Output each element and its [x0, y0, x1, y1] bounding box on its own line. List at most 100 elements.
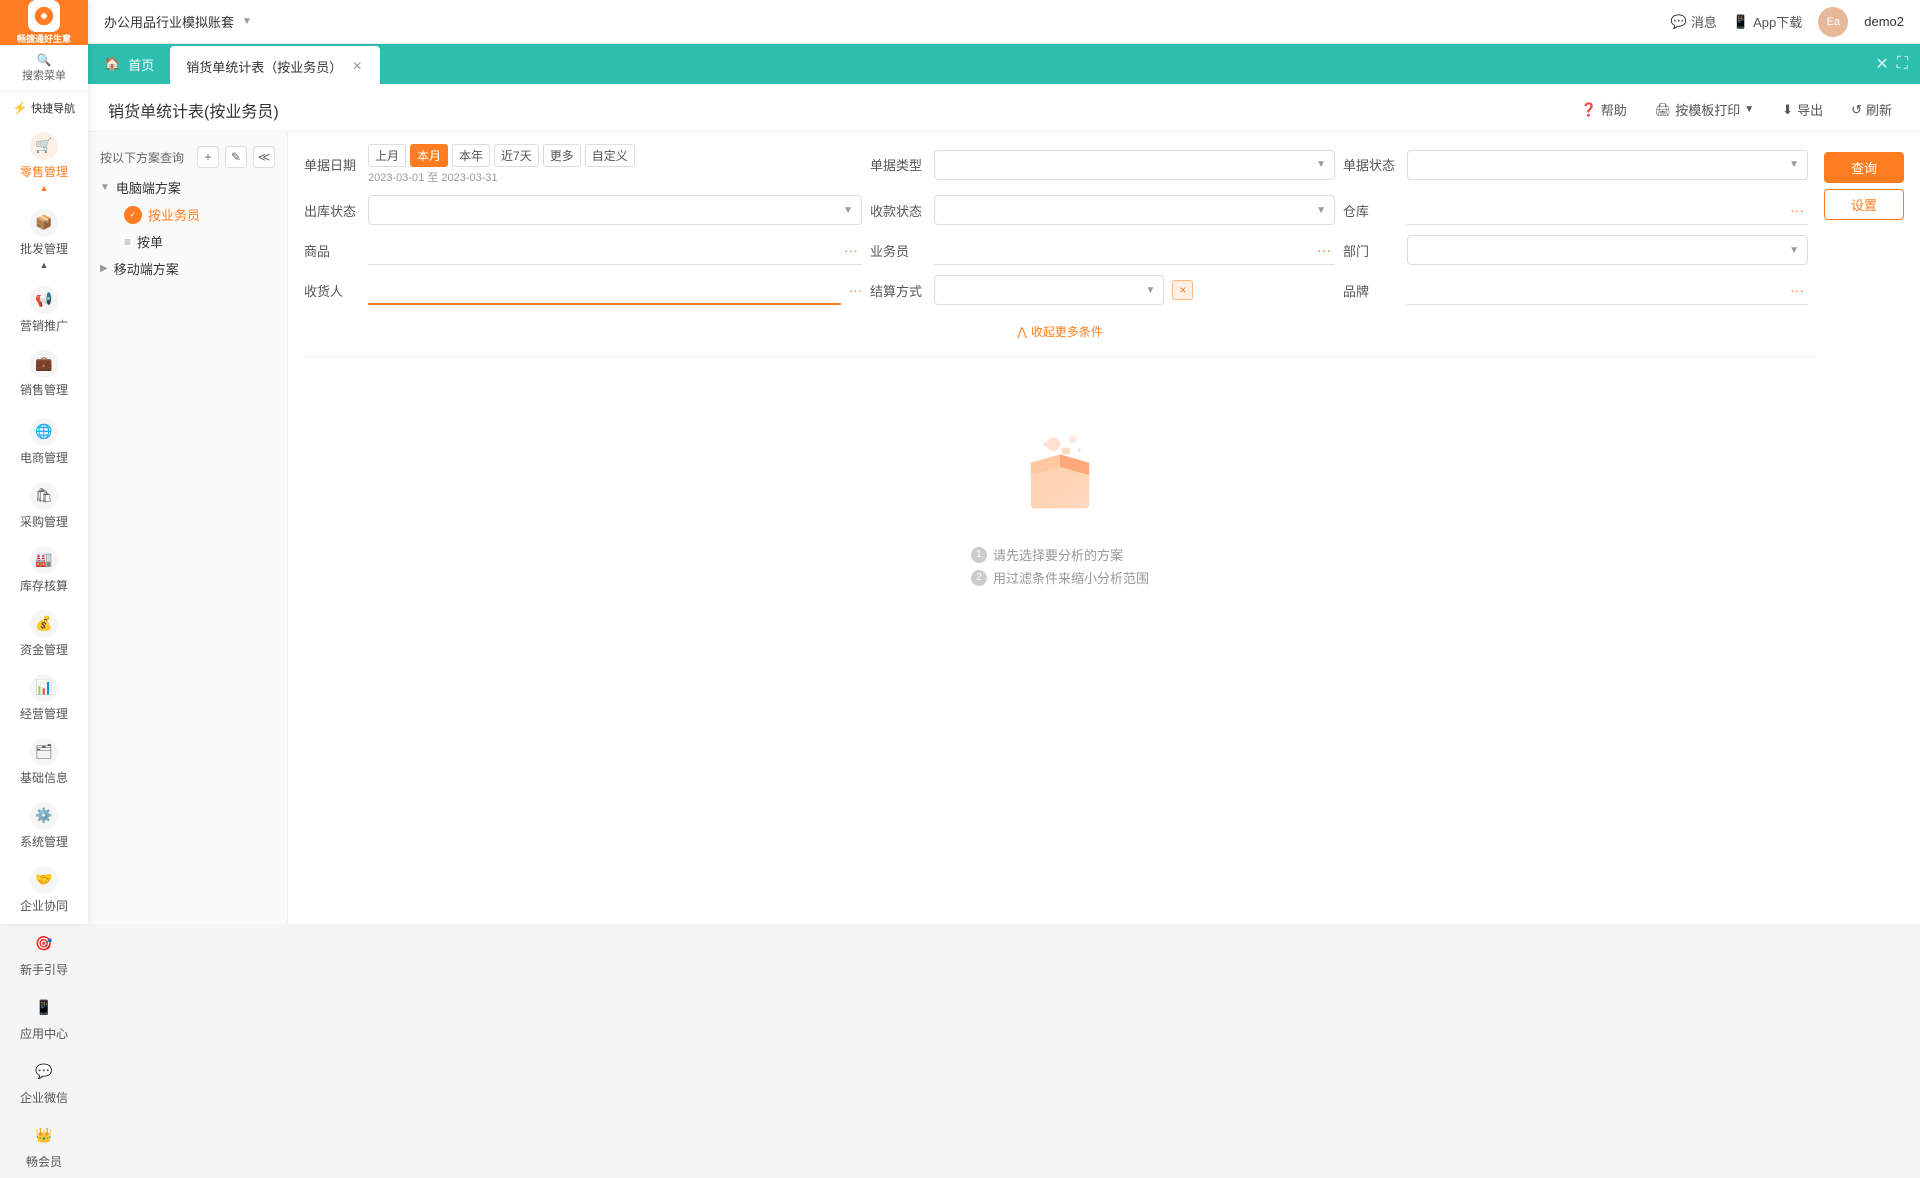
date-btn-7days[interactable]: 近7天: [494, 144, 539, 167]
sidebar-item-operation[interactable]: 📊 经营管理: [0, 666, 88, 730]
tab-action-close[interactable]: ✕: [1875, 54, 1888, 74]
settle-tag-close[interactable]: ×: [1179, 283, 1186, 297]
tree-item-mobile[interactable]: ▶ 移动端方案: [88, 255, 287, 282]
quick-nav-btn[interactable]: ⚡ 快捷导航: [0, 92, 88, 120]
sidebar-item-purchase[interactable]: 🛍 采购管理: [0, 474, 88, 538]
export-btn[interactable]: ⬇ 导出: [1774, 96, 1831, 123]
sidebar-item-finance[interactable]: 💰 资金管理: [0, 602, 88, 666]
tab-sales-stat[interactable]: 销货单统计表（按业务员） ✕: [170, 46, 380, 86]
filter-actions-row: ⋀ 收起更多条件: [304, 315, 1816, 352]
receipt-status-dropdown[interactable]: ▼: [934, 195, 1335, 225]
tree-chevron-icon: ▼: [100, 182, 110, 193]
filter-cell-docstatus: 单据状态 ▼: [1343, 150, 1816, 180]
collapse-label: 收起更多条件: [1031, 323, 1103, 340]
doc-type-label: 单据类型: [870, 155, 926, 174]
doc-status-arrow: ▼: [1789, 159, 1799, 170]
tree-item-by-order[interactable]: ≡ 按单: [88, 228, 287, 255]
page-actions: ❓ 帮助 🖨 按模板打印 ▼ ⬇ 导出 ↺ 刷新: [1573, 96, 1900, 123]
workspace-selector[interactable]: 办公用品行业模拟账套 ▼: [104, 12, 252, 31]
date-btn-thismonth[interactable]: 本月: [410, 144, 448, 167]
newuser-icon: 🎯: [30, 930, 58, 958]
date-range-text: 2023-03-01 至 2023-03-31: [368, 169, 862, 185]
template-print-label: 按模板打印: [1675, 100, 1740, 119]
warehouse-input[interactable]: ···: [1407, 195, 1808, 225]
tab-close-icon[interactable]: ✕: [350, 59, 364, 73]
settle-tag: ×: [1172, 280, 1193, 300]
brand-input[interactable]: ···: [1407, 275, 1808, 305]
sidebar-item-system[interactable]: ⚙️ 系统管理: [0, 794, 88, 858]
page-title: 销货单统计表(按业务员): [108, 98, 279, 122]
sidebar-item-marketing[interactable]: 📢 营销推广: [0, 278, 88, 342]
help-label: 帮助: [1601, 100, 1627, 119]
date-btn-custom[interactable]: 自定义: [585, 144, 635, 167]
sidebar-item-ecom[interactable]: 🌐 电商管理: [0, 410, 88, 474]
doc-type-dropdown[interactable]: ▼: [934, 150, 1335, 180]
page-body: 销货单统计表(按业务员) ❓ 帮助 🖨 按模板打印 ▼ ⬇ 导出 ↺ 刷新: [88, 84, 1920, 924]
tab-action-expand[interactable]: ⛶: [1897, 55, 1908, 73]
date-btn-lastmonth[interactable]: 上月: [368, 144, 406, 167]
staff-label: 业务员: [870, 241, 926, 260]
logo-icon: [28, 0, 60, 32]
out-status-dropdown[interactable]: ▼: [368, 195, 862, 225]
out-status-arrow: ▼: [843, 205, 853, 216]
wholesale-icon: 📦: [30, 209, 58, 237]
filter-cell-dept: 部门 ▼: [1343, 235, 1816, 265]
staff-input[interactable]: ···: [934, 235, 1335, 265]
settings-btn[interactable]: 设置: [1824, 189, 1904, 220]
sidebar-item-wholesale[interactable]: 📦 批发管理 ▲: [0, 201, 88, 278]
order-icon: ≡: [124, 235, 131, 249]
sidebar-item-stock[interactable]: 🏭 库存核算: [0, 538, 88, 602]
sidebar-item-member[interactable]: 👑 畅会员: [0, 1114, 88, 1178]
empty-tip-1-text: 请先选择要分析的方案: [993, 545, 1123, 564]
date-btn-thisyear[interactable]: 本年: [452, 144, 490, 167]
svg-text:✦: ✦: [1077, 447, 1083, 455]
brand-dots: ···: [1790, 282, 1804, 298]
query-btn[interactable]: 查询: [1824, 152, 1904, 183]
goods-input[interactable]: ···: [368, 235, 862, 265]
empty-tips: 1 请先选择要分析的方案 2 用过滤条件来缩小分析范围: [971, 541, 1149, 591]
sales-icon: 💼: [30, 350, 58, 378]
dept-dropdown[interactable]: ▼: [1407, 235, 1808, 265]
collapse-filters-btn[interactable]: ⋀ 收起更多条件: [1005, 319, 1115, 344]
date-label: 单据日期: [304, 155, 360, 174]
doc-status-label: 单据状态: [1343, 155, 1399, 174]
export-icon: ⬇: [1782, 102, 1793, 118]
brand-label: 品牌: [1343, 281, 1399, 300]
tree-item-desktop[interactable]: ▼ 电脑端方案: [88, 174, 287, 201]
date-btn-more[interactable]: 更多: [543, 144, 581, 167]
sidebar-item-retail[interactable]: 🛒 零售管理 ▲: [0, 124, 88, 201]
staff-dots: ···: [1317, 242, 1331, 258]
doc-status-dropdown[interactable]: ▼: [1407, 150, 1808, 180]
app-download-btn[interactable]: 📱 App下载: [1733, 12, 1802, 31]
refresh-btn[interactable]: ↺ 刷新: [1843, 96, 1900, 123]
help-btn[interactable]: ❓ 帮助: [1573, 96, 1635, 123]
sidebar-item-basic[interactable]: 🗂 基础信息: [0, 730, 88, 794]
tab-bar-actions: ✕ ⛶: [1863, 54, 1920, 74]
sidebar-item-sales[interactable]: 💼 销售管理: [0, 342, 88, 406]
sidebar-item-appcenter[interactable]: 📱 应用中心: [0, 986, 88, 1050]
workspace-dropdown-icon: ▼: [242, 16, 252, 27]
message-btn[interactable]: 💬 消息: [1671, 12, 1717, 31]
receipt-status-label: 收款状态: [870, 201, 926, 220]
receiver-label: 收货人: [304, 281, 360, 300]
add-scheme-btn[interactable]: +: [197, 146, 219, 168]
sidebar-item-corp[interactable]: 🤝 企业协同: [0, 858, 88, 922]
edit-scheme-btn[interactable]: ✎: [225, 146, 247, 168]
filter-cell-warehouse: 仓库 ···: [1343, 195, 1816, 225]
sidebar-item-newuser[interactable]: 🎯 新手引导: [0, 922, 88, 986]
tab-home[interactable]: 🏠 首页: [88, 44, 170, 84]
operation-icon: 📊: [30, 674, 58, 702]
settle-dropdown[interactable]: ▼: [934, 275, 1164, 305]
print-dropdown-icon: ▼: [1744, 104, 1754, 115]
sidebar-item-corpwx[interactable]: 💬 企业微信: [0, 1050, 88, 1114]
goods-label: 商品: [304, 241, 360, 260]
receiver-input[interactable]: [368, 275, 841, 305]
template-print-btn[interactable]: 🖨 按模板打印 ▼: [1647, 96, 1762, 123]
refresh-icon: ↺: [1851, 102, 1862, 118]
search-menu-btn[interactable]: 🔍 搜索菜单: [0, 45, 88, 92]
collapse-panel-btn[interactable]: ≪: [253, 146, 275, 168]
corpwx-icon: 💬: [30, 1058, 58, 1086]
message-label: 消息: [1691, 12, 1717, 31]
filter-cell-outstatus: 出库状态 ▼: [304, 195, 870, 225]
tree-item-by-staff[interactable]: ✓ 按业务员: [88, 201, 287, 228]
